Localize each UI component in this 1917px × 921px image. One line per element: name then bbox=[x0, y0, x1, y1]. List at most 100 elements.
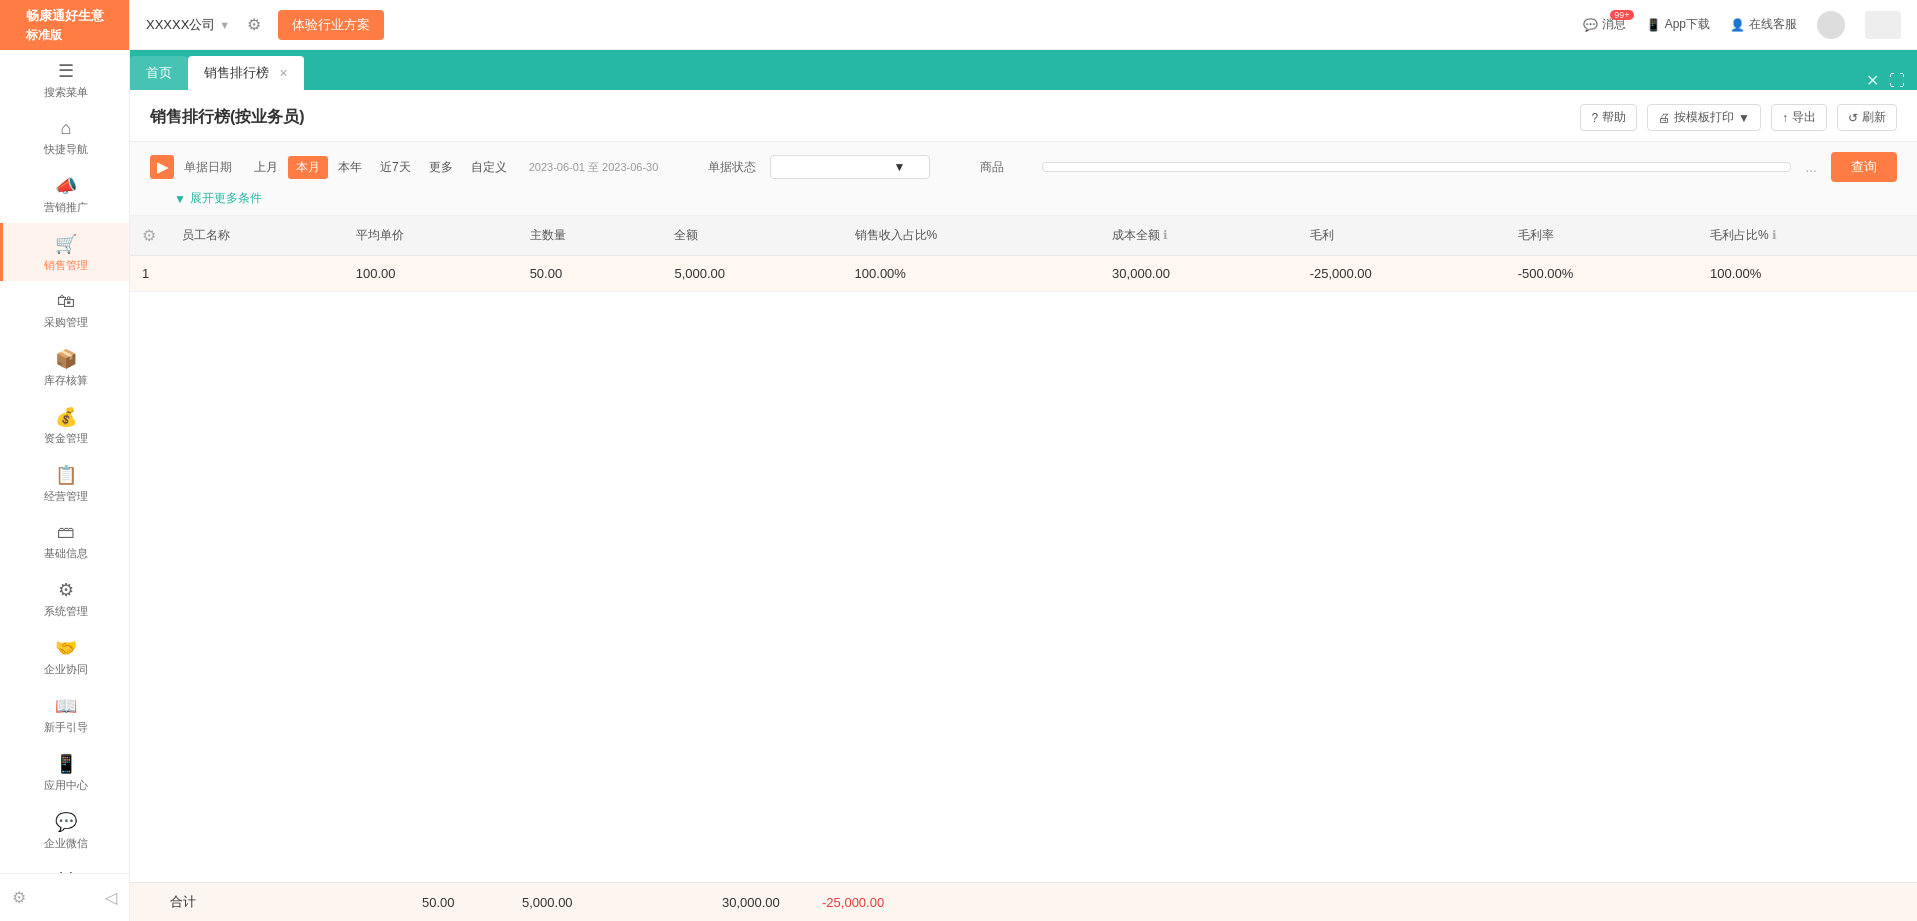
expand-filter-button[interactable]: ▶ bbox=[150, 155, 174, 179]
filter-row-1: ▶ 单据日期 上月 本月 本年 近7天 更多 自定义 2023-06-01 至 … bbox=[150, 152, 1897, 182]
sidebar-label-8: 基础信息 bbox=[44, 546, 88, 561]
sidebar-label-5: 库存核算 bbox=[44, 373, 88, 388]
cell-qty: 50.00 bbox=[518, 256, 663, 292]
company-selector[interactable]: XXXXX公司 ▼ bbox=[146, 16, 230, 34]
sidebar-label-10: 企业协同 bbox=[44, 662, 88, 677]
goods-select[interactable] bbox=[1042, 162, 1791, 172]
sidebar-item-7[interactable]: 📋 经营管理 bbox=[0, 454, 129, 512]
status-chevron-icon: ▼ bbox=[893, 160, 905, 174]
refresh-icon: ↺ bbox=[1848, 111, 1858, 125]
sidebar-icon-5: 📦 bbox=[55, 348, 77, 370]
date-tab-this-month[interactable]: 本月 bbox=[288, 156, 328, 179]
page-header: 销售排行榜(按业务员) ? 帮助 🖨 按模板打印 ▼ ↑ 导出 bbox=[130, 90, 1917, 142]
query-button[interactable]: 查询 bbox=[1831, 152, 1897, 182]
date-tab-7days[interactable]: 近7天 bbox=[372, 156, 419, 179]
sidebar-icon-13: 💬 bbox=[55, 811, 77, 833]
cell-gross-pct: 100.00% bbox=[1698, 256, 1917, 292]
user-menu[interactable] bbox=[1865, 11, 1901, 39]
sidebar-icon-7: 📋 bbox=[55, 464, 77, 486]
print-button[interactable]: 🖨 按模板打印 ▼ bbox=[1647, 104, 1761, 131]
tab-close-all-icon[interactable]: ✕ bbox=[1866, 71, 1879, 90]
sidebar-item-14[interactable]: V 畅会员 bbox=[0, 859, 129, 873]
filter-area: ▶ 单据日期 上月 本月 本年 近7天 更多 自定义 2023-06-01 至 … bbox=[130, 142, 1917, 216]
sidebar-item-5[interactable]: 📦 库存核算 bbox=[0, 338, 129, 396]
footer-sales-pct bbox=[622, 895, 722, 910]
th-sales-pct: 销售收入占比% bbox=[843, 216, 1101, 256]
settings-icon[interactable]: ⚙ bbox=[240, 11, 268, 39]
settings-footer-icon[interactable]: ⚙ bbox=[12, 888, 26, 907]
status-label: 单据状态 bbox=[708, 159, 760, 176]
tab-bar: 首页 销售排行榜 ✕ ✕ ⛶ bbox=[130, 50, 1917, 90]
gross-pct-info-icon[interactable]: ℹ bbox=[1772, 228, 1777, 242]
sidebar-nav: ☰ 搜索菜单⌂ 快捷导航📣 营销推广🛒 销售管理🛍 采购管理📦 库存核算💰 资金… bbox=[0, 50, 129, 873]
sidebar-item-11[interactable]: 📖 新手引导 bbox=[0, 685, 129, 743]
date-tab-custom[interactable]: 自定义 bbox=[463, 156, 515, 179]
sidebar-item-13[interactable]: 💬 企业微信 bbox=[0, 801, 129, 859]
help-icon: ? bbox=[1591, 111, 1598, 125]
online-support-button[interactable]: 👤 在线客服 bbox=[1730, 16, 1797, 33]
refresh-button[interactable]: ↺ 刷新 bbox=[1837, 104, 1897, 131]
sidebar-item-2[interactable]: 📣 营销推广 bbox=[0, 165, 129, 223]
sidebar-label-2: 营销推广 bbox=[44, 200, 88, 215]
collapse-sidebar-icon[interactable]: ◁ bbox=[105, 888, 117, 907]
sidebar-item-10[interactable]: 🤝 企业协同 bbox=[0, 627, 129, 685]
print-icon: 🖨 bbox=[1658, 111, 1670, 125]
sidebar-item-3[interactable]: 🛒 销售管理 bbox=[0, 223, 129, 281]
page-inner: 销售排行榜(按业务员) ? 帮助 🖨 按模板打印 ▼ ↑ 导出 bbox=[130, 90, 1917, 921]
export-label: 导出 bbox=[1792, 109, 1816, 126]
cost-info-icon[interactable]: ℹ bbox=[1163, 228, 1168, 242]
sidebar-item-8[interactable]: 🗃 基础信息 bbox=[0, 512, 129, 569]
sidebar-item-9[interactable]: ⚙ 系统管理 bbox=[0, 569, 129, 627]
print-label: 按模板打印 bbox=[1674, 109, 1734, 126]
tab-sales-ranking[interactable]: 销售排行榜 ✕ bbox=[188, 56, 304, 90]
sidebar-icon-6: 💰 bbox=[55, 406, 77, 428]
sidebar-item-0[interactable]: ☰ 搜索菜单 bbox=[0, 50, 129, 108]
avatar[interactable] bbox=[1817, 11, 1845, 39]
sidebar-icon-11: 📖 bbox=[55, 695, 77, 717]
trial-button[interactable]: 体验行业方案 bbox=[278, 10, 384, 40]
date-tab-last-month[interactable]: 上月 bbox=[246, 156, 286, 179]
page-actions: ? 帮助 🖨 按模板打印 ▼ ↑ 导出 ↺ 刷新 bbox=[1580, 104, 1897, 131]
messages-button[interactable]: 💬 消息 99+ bbox=[1583, 16, 1626, 33]
tab-home[interactable]: 首页 bbox=[130, 56, 188, 90]
print-chevron-icon: ▼ bbox=[1738, 111, 1750, 125]
export-button[interactable]: ↑ 导出 bbox=[1771, 104, 1827, 131]
th-amount: 全额 bbox=[662, 216, 842, 256]
tab-expand-icon[interactable]: ⛶ bbox=[1889, 72, 1905, 90]
column-settings-icon[interactable]: ⚙ bbox=[142, 227, 156, 244]
filter-row-2: ▼ 展开更多条件 bbox=[174, 186, 1897, 211]
cell-cost: 30,000.00 bbox=[1100, 256, 1298, 292]
table-row: 1 100.00 50.00 5,000.00 100.00% 30,000.0… bbox=[130, 256, 1917, 292]
sidebar-icon-0: ☰ bbox=[58, 60, 74, 82]
sidebar-item-1[interactable]: ⌂ 快捷导航 bbox=[0, 108, 129, 165]
cell-gross-rate: -500.00% bbox=[1506, 256, 1698, 292]
th-employee-name: 员工名称 bbox=[170, 216, 344, 256]
status-select[interactable]: ▼ bbox=[770, 155, 930, 179]
expand-more-conditions[interactable]: ▼ 展开更多条件 bbox=[174, 186, 1897, 211]
footer-values: 50.00 5,000.00 30,000.00 -25,000.00 bbox=[322, 895, 1905, 910]
sidebar-icon-10: 🤝 bbox=[55, 637, 77, 659]
table-footer: 合计 50.00 5,000.00 30,000.00 -25,000.00 bbox=[130, 882, 1917, 921]
tab-bar-right: ✕ ⛶ bbox=[1866, 71, 1917, 90]
th-avg-price: 平均单价 bbox=[344, 216, 518, 256]
date-tab-this-year[interactable]: 本年 bbox=[330, 156, 370, 179]
cell-amount: 5,000.00 bbox=[662, 256, 842, 292]
tab-close-icon[interactable]: ✕ bbox=[279, 67, 288, 80]
help-button[interactable]: ? 帮助 bbox=[1580, 104, 1637, 131]
sidebar-item-4[interactable]: 🛍 采购管理 bbox=[0, 281, 129, 338]
app-download-button[interactable]: 📱 App下载 bbox=[1646, 16, 1710, 33]
tab-sales-ranking-label: 销售排行榜 bbox=[204, 64, 269, 82]
more-filters-icon[interactable]: ... bbox=[1801, 159, 1821, 175]
help-label: 帮助 bbox=[1602, 109, 1626, 126]
cell-name bbox=[170, 256, 344, 292]
download-icon: 📱 bbox=[1646, 18, 1661, 32]
date-tab-more[interactable]: 更多 bbox=[421, 156, 461, 179]
sidebar-item-12[interactable]: 📱 应用中心 bbox=[0, 743, 129, 801]
app-download-label: App下载 bbox=[1665, 16, 1710, 33]
expand-down-icon: ▼ bbox=[174, 192, 186, 206]
company-chevron-icon: ▼ bbox=[219, 19, 230, 31]
footer-avg-price bbox=[322, 895, 422, 910]
sidebar-item-6[interactable]: 💰 资金管理 bbox=[0, 396, 129, 454]
table-header-row: ⚙ 员工名称 平均单价 主数量 全额 销售收入占比% 成本全额ℹ 毛利 毛利率 … bbox=[130, 216, 1917, 256]
online-support-label: 在线客服 bbox=[1749, 16, 1797, 33]
